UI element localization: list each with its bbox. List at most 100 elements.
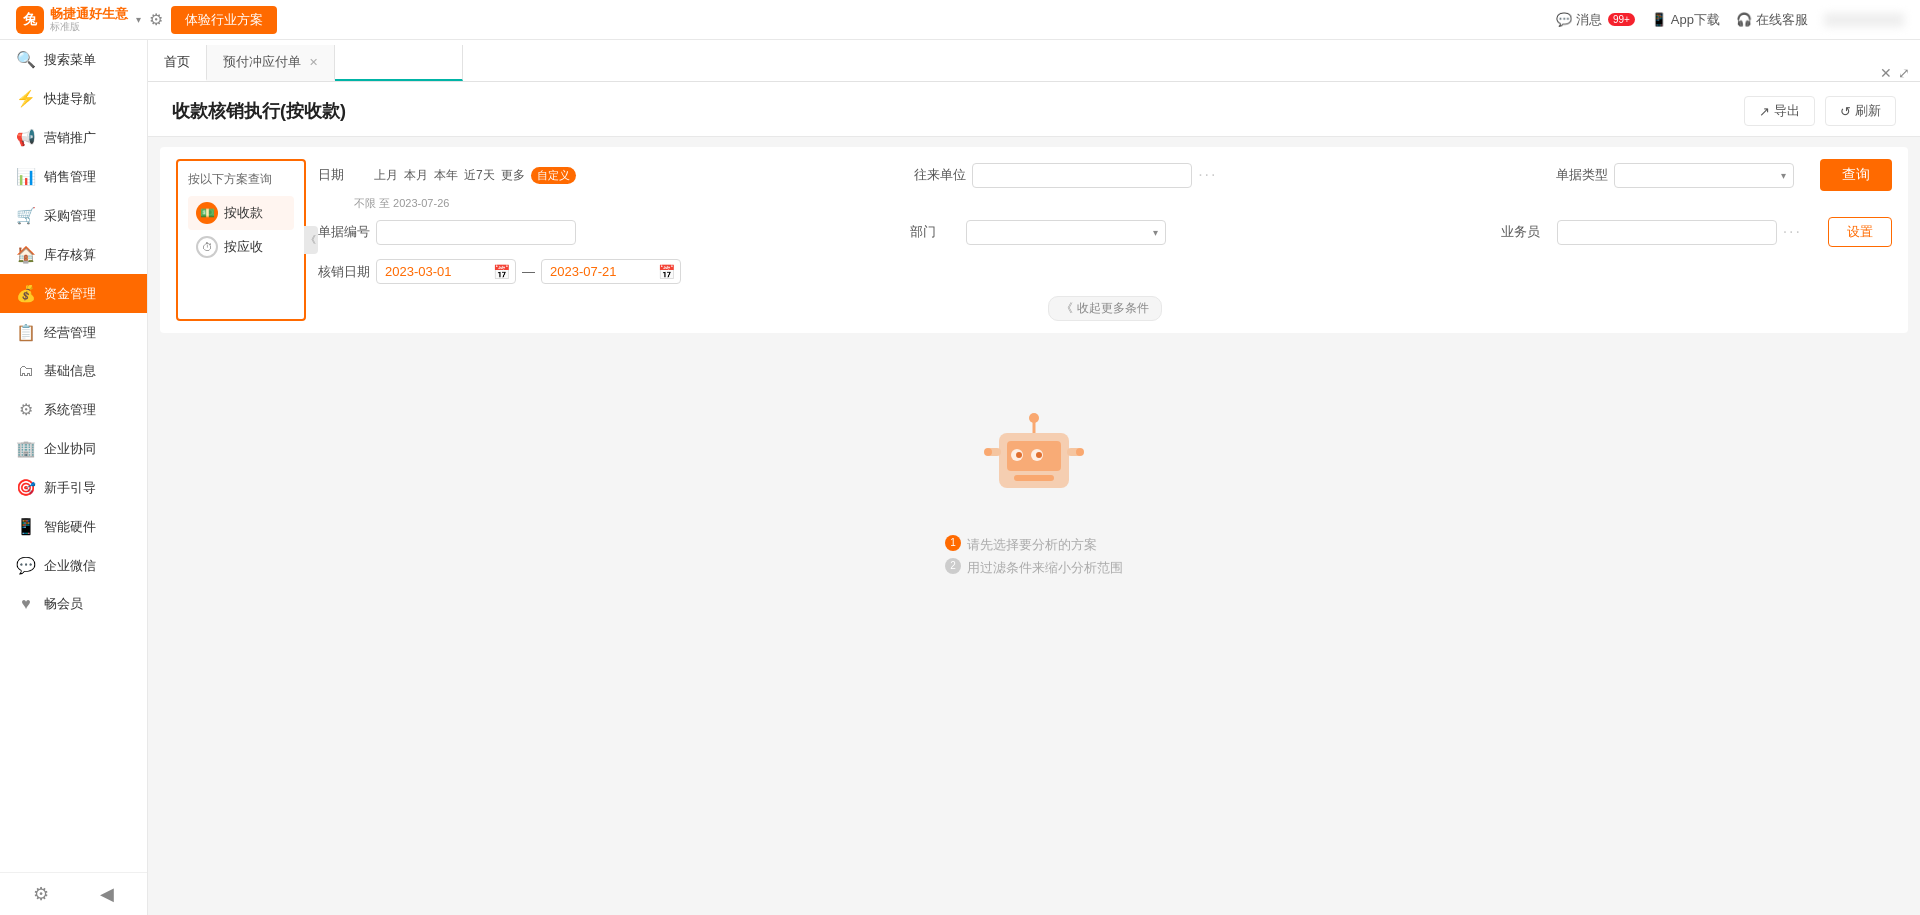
salesperson-dots-btn[interactable]: ··· xyxy=(1783,223,1802,241)
svg-point-5 xyxy=(1036,452,1042,458)
date-link-this-year[interactable]: 本年 xyxy=(434,167,458,184)
message-badge: 99+ xyxy=(1608,13,1635,26)
online-service-button[interactable]: 🎧 在线客服 xyxy=(1736,11,1808,29)
date-filter-group: 日期 上月 本月 本年 近7天 更多 自定义 xyxy=(318,166,576,184)
filter-option-by-receipt[interactable]: 💵 按收款 xyxy=(188,196,294,230)
user-account[interactable] xyxy=(1824,13,1904,27)
empty-tip-1: 1 请先选择要分析的方案 xyxy=(945,533,1123,556)
sidebar-collapse-icon[interactable]: ◀ xyxy=(100,883,114,905)
sidebar-settings-icon[interactable]: ⚙ xyxy=(33,883,49,905)
query-button[interactable]: 查询 xyxy=(1820,159,1892,191)
sidebar-item-enterprise[interactable]: 🏢 企业协同 xyxy=(0,429,147,468)
top-bar: 兔 畅捷通好生意 标准版 ▾ ⚙ 体验行业方案 💬 消息 99+ 📱 App下载… xyxy=(0,0,1920,40)
tab-home-label: 首页 xyxy=(164,53,190,71)
tab-collection[interactable]: 收款核销执行 ✕ xyxy=(335,45,463,81)
sidebar-item-hardware[interactable]: 📱 智能硬件 xyxy=(0,507,147,546)
tab-close-all-icon[interactable]: ✕ xyxy=(1880,65,1892,81)
svg-point-11 xyxy=(984,448,992,456)
document-type-select[interactable] xyxy=(1614,163,1794,188)
tab-collection-close-icon[interactable]: ✕ xyxy=(437,56,446,69)
target-icon: 🎯 xyxy=(16,478,36,497)
calendar-start-icon[interactable]: 📅 xyxy=(493,264,510,280)
sidebar-item-purchase[interactable]: 🛒 采购管理 xyxy=(0,196,147,235)
counterparty-input[interactable] xyxy=(972,163,1192,188)
tab-prepay[interactable]: 预付冲应付单 ✕ xyxy=(207,45,335,81)
refresh-label: 刷新 xyxy=(1855,102,1881,120)
filter-row-3: 核销日期 📅 — 📅 xyxy=(318,259,1892,284)
message-button[interactable]: 💬 消息 99+ xyxy=(1556,11,1635,29)
collapse-conditions-button[interactable]: 《 收起更多条件 xyxy=(1048,296,1162,321)
page-title: 收款核销执行(按收款) xyxy=(172,99,346,123)
sidebar-label-operations: 经营管理 xyxy=(44,324,96,342)
sidebar-label-wechat: 企业微信 xyxy=(44,557,96,575)
sidebar-item-wechat[interactable]: 💬 企业微信 xyxy=(0,546,147,585)
building-icon: 🏢 xyxy=(16,439,36,458)
filter-option-by-receivable[interactable]: ⏱ 按应收 xyxy=(188,230,294,264)
sidebar-item-finance[interactable]: 💰 资金管理 xyxy=(0,274,147,313)
date-link-more[interactable]: 更多 xyxy=(501,167,525,184)
setting-button[interactable]: 设置 xyxy=(1828,217,1892,247)
app-download-button[interactable]: 📱 App下载 xyxy=(1651,11,1720,29)
date-limit-hint: 不限 至 2023-07-26 xyxy=(354,195,1892,211)
tab-prepay-close-icon[interactable]: ✕ xyxy=(309,56,318,69)
docno-input[interactable] xyxy=(376,220,576,245)
app-dropdown-icon[interactable]: ▾ xyxy=(136,14,141,25)
sidebar-item-quick-nav[interactable]: ⚡ 快捷导航 xyxy=(0,79,147,118)
salesperson-label: 业务员 xyxy=(1501,223,1551,241)
clock-icon: ⏱ xyxy=(196,236,218,258)
sidebar-label-marketing: 营销推广 xyxy=(44,129,96,147)
sidebar-item-inventory[interactable]: 🏠 库存核算 xyxy=(0,235,147,274)
sidebar-item-search-menu[interactable]: 🔍 搜索菜单 xyxy=(0,40,147,79)
svg-point-12 xyxy=(1076,448,1084,456)
filter-right-panel: 日期 上月 本月 本年 近7天 更多 自定义 往来单位 xyxy=(318,159,1892,321)
filter-collapse-btn[interactable]: 《 xyxy=(304,226,318,254)
export-label: 导出 xyxy=(1774,102,1800,120)
svg-point-3 xyxy=(1016,452,1022,458)
sidebar-item-system[interactable]: ⚙ 系统管理 xyxy=(0,390,147,429)
device-icon: 📱 xyxy=(16,517,36,536)
sidebar-label-inventory: 库存核算 xyxy=(44,246,96,264)
svg-point-8 xyxy=(1029,413,1039,423)
chart-icon: 📊 xyxy=(16,167,36,186)
dept-filter-group: 部门 xyxy=(910,220,1166,245)
filter-option-receivable-label: 按应收 xyxy=(224,238,263,256)
sidebar-item-marketing[interactable]: 📢 营销推广 xyxy=(0,118,147,157)
date-link-7days[interactable]: 近7天 xyxy=(464,167,495,184)
sidebar-label-sales: 销售管理 xyxy=(44,168,96,186)
sidebar-item-sales[interactable]: 📊 销售管理 xyxy=(0,157,147,196)
salesperson-input[interactable] xyxy=(1557,220,1777,245)
counterparty-label: 往来单位 xyxy=(914,166,966,184)
date-quick-links: 上月 本月 本年 近7天 更多 自定义 xyxy=(374,167,576,184)
message-label: 消息 xyxy=(1576,11,1602,29)
cart-icon: 🛒 xyxy=(16,206,36,225)
settings-icon[interactable]: ⚙ xyxy=(149,10,163,29)
sidebar-item-member[interactable]: ♥ 畅会员 xyxy=(0,585,147,623)
dept-select[interactable] xyxy=(966,220,1166,245)
filter-left-title: 按以下方案查询 xyxy=(188,171,294,188)
empty-state: 1 请先选择要分析的方案 2 用过滤条件来缩小分析范围 xyxy=(148,343,1920,640)
sidebar-label-basic-info: 基础信息 xyxy=(44,362,96,380)
writeoff-date-label: 核销日期 xyxy=(318,263,370,281)
tab-home[interactable]: 首页 xyxy=(148,45,207,81)
chevron-up-icon: 《 xyxy=(1061,300,1073,317)
app-download-label: App下载 xyxy=(1671,11,1720,29)
empty-tip-2: 2 用过滤条件来缩小分析范围 xyxy=(945,556,1123,579)
writeoff-date-range: 📅 — 📅 xyxy=(376,259,681,284)
sidebar-item-basic-info[interactable]: 🗂 基础信息 xyxy=(0,352,147,390)
document-type-label: 单据类型 xyxy=(1556,166,1608,184)
date-link-last-month[interactable]: 上月 xyxy=(374,167,398,184)
download-icon: 📱 xyxy=(1651,12,1667,27)
sidebar-item-operations[interactable]: 📋 经营管理 xyxy=(0,313,147,352)
house-icon: 🏠 xyxy=(16,245,36,264)
calendar-end-icon[interactable]: 📅 xyxy=(658,264,675,280)
industry-solution-button[interactable]: 体验行业方案 xyxy=(171,6,277,34)
sidebar-item-guide[interactable]: 🎯 新手引导 xyxy=(0,468,147,507)
sidebar-label-member: 畅会员 xyxy=(44,595,83,613)
refresh-button[interactable]: ↺ 刷新 xyxy=(1825,96,1896,126)
tab-expand-icon[interactable]: ⤢ xyxy=(1898,65,1910,81)
date-link-custom[interactable]: 自定义 xyxy=(531,167,576,184)
export-button[interactable]: ↗ 导出 xyxy=(1744,96,1815,126)
tab-bar-right: ✕ ⤢ xyxy=(1870,65,1920,81)
counterparty-dots-btn[interactable]: ··· xyxy=(1198,166,1217,184)
date-link-this-month[interactable]: 本月 xyxy=(404,167,428,184)
